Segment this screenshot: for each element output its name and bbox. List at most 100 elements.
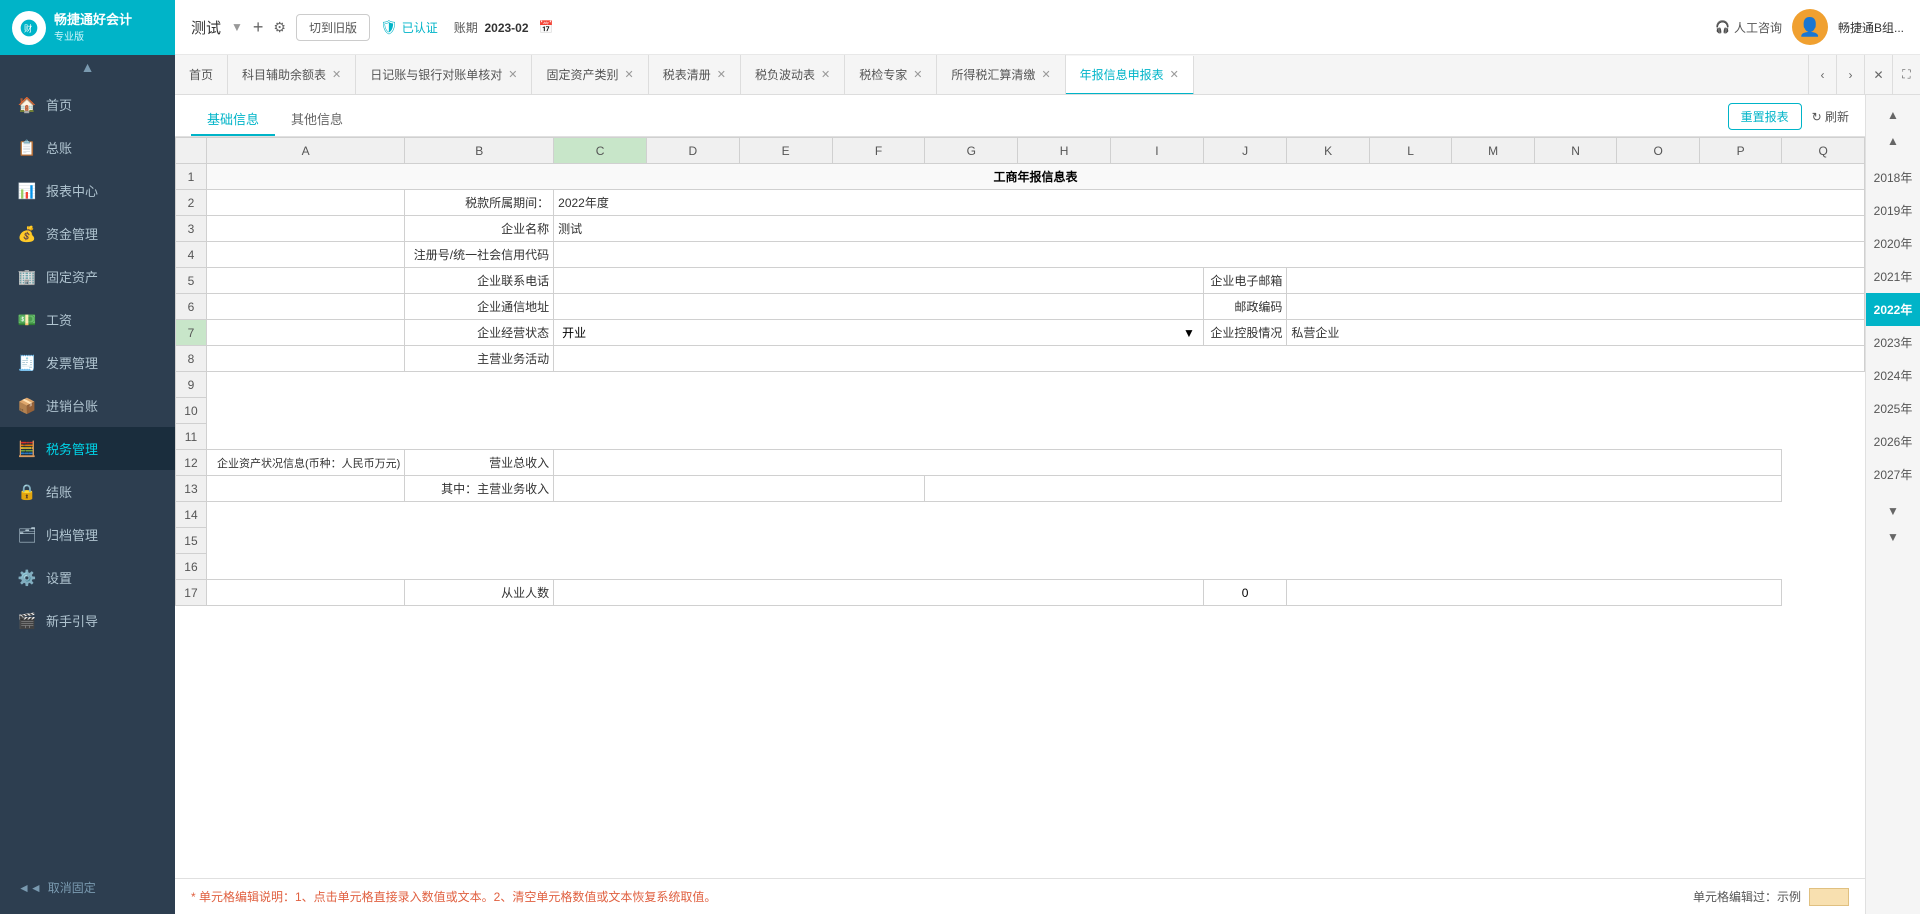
topbar-add-button[interactable]: +	[253, 18, 264, 36]
tab-fixed_asset_type[interactable]: 固定资产类别 ✕	[532, 55, 648, 94]
certified-badge: 🛡 已认证	[380, 19, 438, 36]
subtab-basic[interactable]: 基础信息	[191, 103, 275, 136]
cell-a-7[interactable]	[206, 320, 404, 346]
cell-a-2[interactable]	[206, 190, 404, 216]
username-label[interactable]: 畅捷通B组...	[1838, 19, 1904, 36]
sidebar-item-archive[interactable]: 🗂归档管理	[0, 513, 175, 556]
tab-tax_fluctuation[interactable]: 税负波动表✕	[741, 55, 845, 94]
switch-old-version-button[interactable]: 切到旧版	[296, 14, 370, 41]
tab-close-tax_fluctuation[interactable]: ✕	[821, 68, 830, 81]
year-item-2027年[interactable]: 2027年	[1866, 458, 1920, 491]
tab-label-fixed_asset_type: 固定资产类别	[546, 66, 618, 83]
year-item-2018年[interactable]: 2018年	[1866, 161, 1920, 194]
cell-right-value-5[interactable]	[1287, 268, 1865, 294]
year-item-2021年[interactable]: 2021年	[1866, 260, 1920, 293]
tab-close-all-button[interactable]: ✕	[1864, 55, 1892, 95]
year-item-2019年[interactable]: 2019年	[1866, 194, 1920, 227]
cell-a-6[interactable]	[206, 294, 404, 320]
customer-service-button[interactable]: 🎧 人工咨询	[1715, 19, 1782, 36]
tab-close-income_tax[interactable]: ✕	[1041, 68, 1050, 81]
tab-prev-button[interactable]: ‹	[1808, 55, 1836, 95]
cell-value-2[interactable]: 2022年度	[554, 190, 1865, 216]
tab-close-fixed_asset_type[interactable]: ✕	[625, 68, 634, 81]
sidebar-item-ledger[interactable]: 📋总账	[0, 126, 175, 169]
topbar-settings-icon[interactable]: ⚙	[273, 19, 286, 36]
year-item-2022年[interactable]: 2022年	[1866, 293, 1920, 326]
tab-close-annual_report[interactable]: ✕	[1170, 68, 1179, 81]
cell-a-4[interactable]	[206, 242, 404, 268]
sidebar-item-close[interactable]: 🔒结账	[0, 470, 175, 513]
col-header-E: E	[739, 138, 832, 164]
year-scroll-down2[interactable]: ▼	[1878, 525, 1908, 549]
tab-income_tax[interactable]: 所得税汇算清缴✕	[937, 55, 1065, 94]
sidebar-item-asset[interactable]: 🏢固定资产	[0, 255, 175, 298]
reset-report-button[interactable]: 重置报表	[1728, 103, 1802, 130]
year-scroll-down[interactable]: ▼	[1878, 499, 1908, 523]
year-item-2026年[interactable]: 2026年	[1866, 425, 1920, 458]
cell-value-8[interactable]	[554, 346, 1865, 372]
dropdown-arrow[interactable]: ▼	[1183, 326, 1195, 340]
sidebar-item-settings[interactable]: ⚙️设置	[0, 556, 175, 599]
cell-a-8[interactable]	[206, 346, 404, 372]
tab-maximize-button[interactable]: ⛶	[1892, 55, 1920, 95]
cell-value-12[interactable]	[554, 450, 1782, 476]
year-item-2023年[interactable]: 2023年	[1866, 326, 1920, 359]
cell-dropdown-7[interactable]: 开业▼	[554, 320, 1204, 346]
cell-a-13[interactable]	[206, 476, 404, 502]
sidebar-item-tax[interactable]: 🧮税务管理	[0, 427, 175, 470]
sidebar-item-home[interactable]: 🏠首页	[0, 83, 175, 126]
cell-value-3[interactable]: 测试	[554, 216, 1865, 242]
cell-right-value-7[interactable]: 私营企业	[1287, 320, 1865, 346]
cell-title[interactable]: 工商年报信息表	[206, 164, 1864, 190]
cell-employees-count[interactable]: 0	[1203, 580, 1287, 606]
refresh-button[interactable]: ↻ 刷新	[1812, 103, 1849, 130]
cell-a-3[interactable]	[206, 216, 404, 242]
cancel-pin-button[interactable]: ◄◄ 取消固定	[10, 871, 165, 904]
row-num-14: 14	[176, 502, 207, 528]
tab-close-tax_inspection[interactable]: ✕	[913, 68, 922, 81]
nav-icon-tax: 🧮	[18, 440, 36, 458]
sidebar-item-fund[interactable]: 💰资金管理	[0, 212, 175, 255]
logo-subtitle: 专业版	[54, 28, 132, 43]
cell-rest-13[interactable]	[925, 476, 1782, 502]
cell-value-4[interactable]	[554, 242, 1865, 268]
cell-value-5[interactable]	[554, 268, 1204, 294]
cell-value-6[interactable]	[554, 294, 1204, 320]
sidebar-item-report[interactable]: 📊报表中心	[0, 169, 175, 212]
sidebar-scroll-up[interactable]: ▲	[0, 55, 175, 79]
row-num-15: 15	[176, 528, 207, 554]
tab-annual_report[interactable]: 年报信息申报表✕	[1066, 56, 1194, 95]
year-scroll-up[interactable]: ▲	[1878, 103, 1908, 127]
cell-right-value-6[interactable]	[1287, 294, 1865, 320]
cell-sub-value-13[interactable]	[554, 476, 925, 502]
tab-journal_bank[interactable]: 日记账与银行对账单核对✕	[356, 55, 532, 94]
calendar-icon[interactable]: 📅	[539, 20, 554, 34]
tab-close-tax_return[interactable]: ✕	[717, 68, 726, 81]
tab-tax_inspection[interactable]: 税检专家✕	[845, 55, 937, 94]
year-scroll-up2[interactable]: ▲	[1878, 129, 1908, 153]
cell-a-17[interactable]	[206, 580, 404, 606]
tab-close-aux_balance[interactable]: ✕	[332, 68, 341, 81]
tab-tax_return[interactable]: 税表清册✕	[649, 55, 741, 94]
sidebar-item-invoice[interactable]: 🧾发票管理	[0, 341, 175, 384]
year-item-2020年[interactable]: 2020年	[1866, 227, 1920, 260]
year-panel: ▲ ▲ 2018年2019年2020年2021年2022年2023年2024年2…	[1865, 95, 1920, 914]
year-item-2024年[interactable]: 2024年	[1866, 359, 1920, 392]
user-avatar[interactable]: 👤	[1792, 9, 1828, 45]
subtab-other[interactable]: 其他信息	[275, 103, 359, 136]
row-num-11: 11	[176, 424, 207, 450]
tab-next-button[interactable]: ›	[1836, 55, 1864, 95]
sidebar-item-guide[interactable]: 🎬新手引导	[0, 599, 175, 642]
topbar-dropdown-arrow[interactable]: ▼	[231, 20, 243, 34]
sidebar-item-stock[interactable]: 📦进销台账	[0, 384, 175, 427]
tab-aux_balance[interactable]: 科目辅助余额表✕	[228, 55, 356, 94]
tab-close-journal_bank[interactable]: ✕	[508, 68, 517, 81]
sidebar-item-wage[interactable]: 💵工资	[0, 298, 175, 341]
tab-home[interactable]: 首页	[175, 55, 228, 94]
cell-value-17[interactable]	[554, 580, 1204, 606]
spreadsheet-container[interactable]: ABCDEFGHIJKLMNOPQ 1工商年报信息表2税款所属期间：2022年度…	[175, 137, 1865, 878]
year-item-2025年[interactable]: 2025年	[1866, 392, 1920, 425]
nav-icon-fund: 💰	[18, 225, 36, 243]
cell-a-5[interactable]	[206, 268, 404, 294]
cell-rest-17[interactable]	[1287, 580, 1782, 606]
